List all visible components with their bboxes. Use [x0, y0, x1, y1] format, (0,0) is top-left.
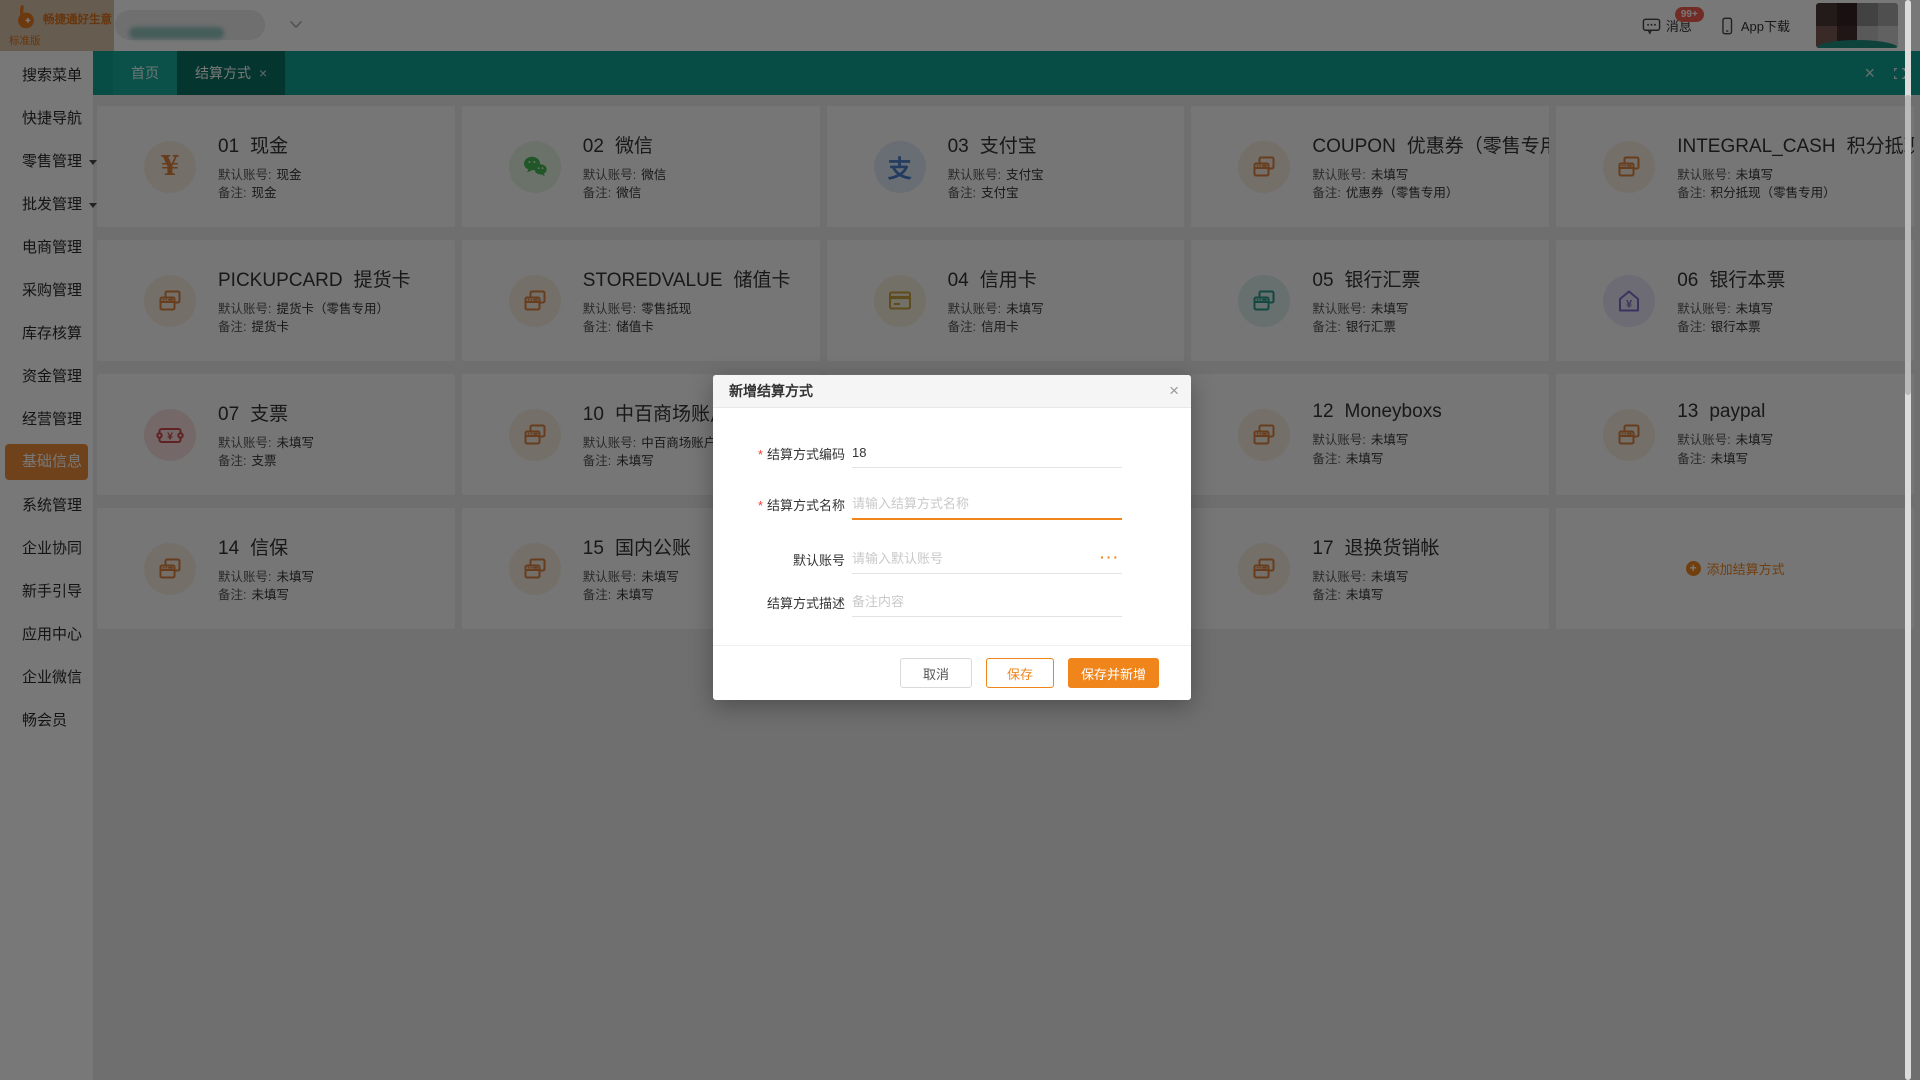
close-icon[interactable]: ×	[1169, 375, 1179, 407]
scrollbar[interactable]	[1905, 0, 1911, 1080]
text-input[interactable]: 备注内容	[852, 590, 1122, 617]
cancel-button[interactable]: 取消	[899, 658, 972, 688]
form-field: 结算方式描述 备注内容	[713, 590, 1191, 617]
dialog-footer: 取消 保存 保存并新增	[713, 645, 1191, 700]
form-field: 默认账号 请输入默认账号 ···	[713, 547, 1191, 574]
text-input[interactable]: 请输入结算方式名称	[852, 492, 1122, 520]
text-input[interactable]: 18	[852, 441, 1122, 468]
required-asterisk: *	[757, 447, 763, 462]
text-input[interactable]: 请输入默认账号 ···	[852, 547, 1122, 574]
add-settlement-method-dialog: 新增结算方式 × * 结算方式编码 18 * 结算方式名称 请输入结算方式名称 默认…	[713, 375, 1191, 700]
required-asterisk: *	[757, 498, 763, 513]
save-and-new-button[interactable]: 保存并新增	[1067, 658, 1159, 688]
save-button[interactable]: 保存	[985, 658, 1054, 688]
form-field: * 结算方式编码 18	[713, 441, 1191, 468]
dialog-title: 新增结算方式	[729, 383, 813, 399]
scrollbar-thumb[interactable]	[1905, 95, 1911, 395]
form-field: * 结算方式名称 请输入结算方式名称	[713, 492, 1191, 520]
dialog-header: 新增结算方式 ×	[713, 375, 1191, 408]
account-picker-ellipsis-icon[interactable]: ···	[1100, 545, 1120, 569]
